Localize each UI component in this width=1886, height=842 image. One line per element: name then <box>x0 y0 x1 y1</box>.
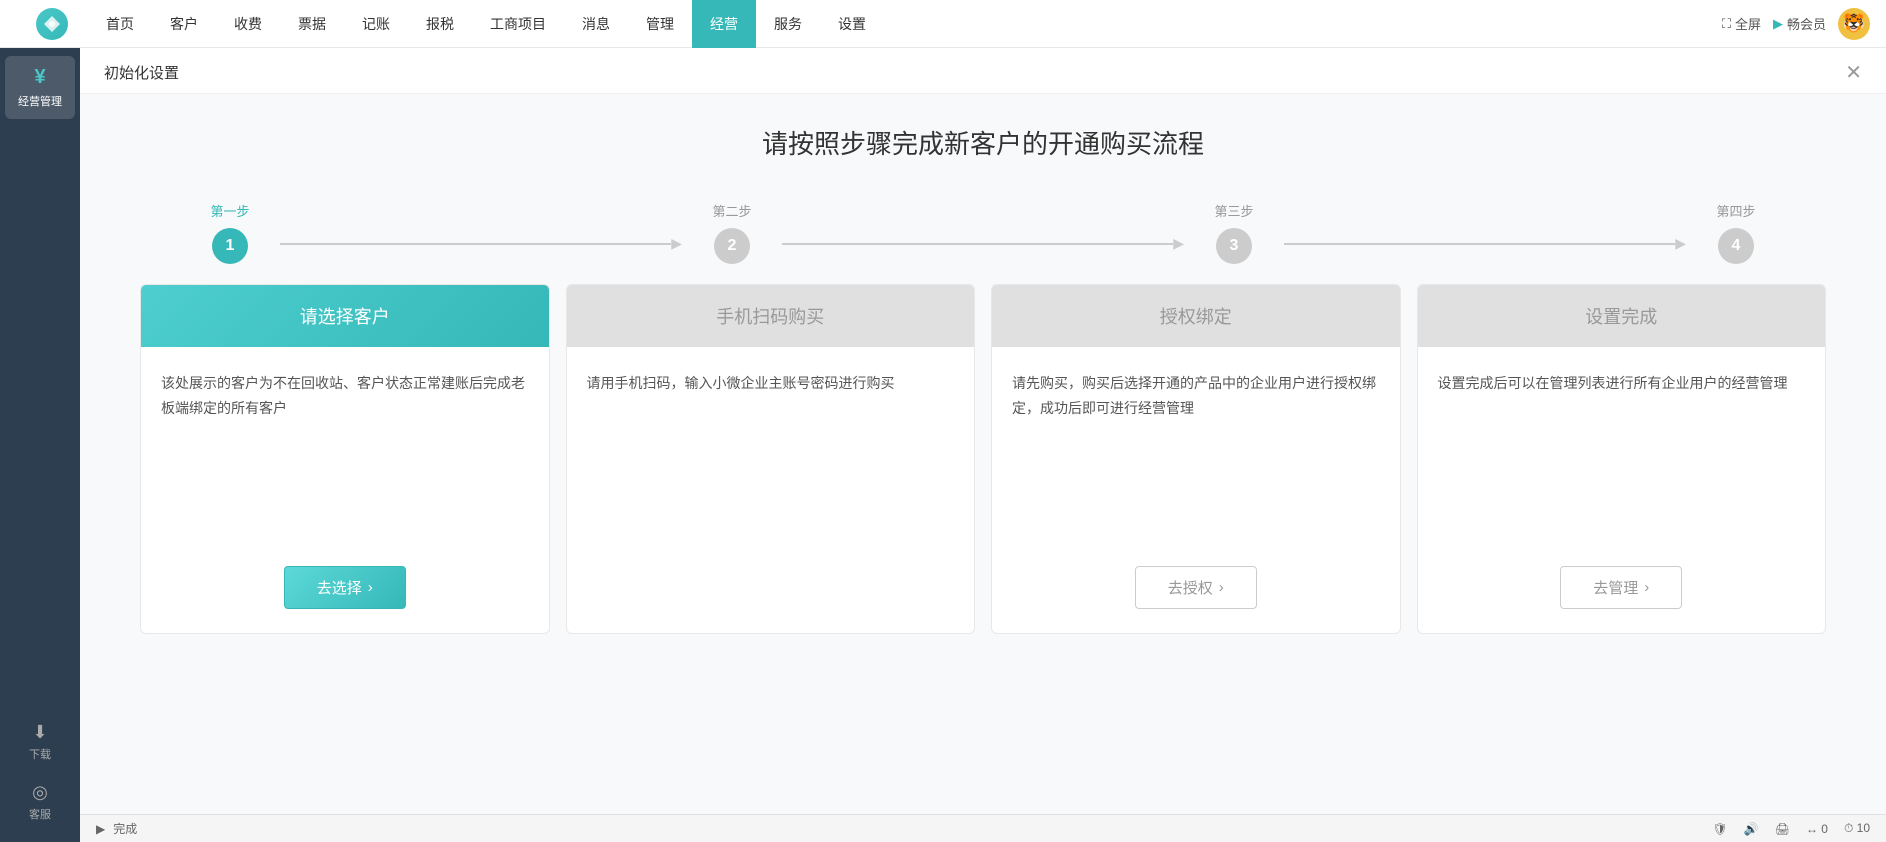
member-label: 畅会员 <box>1787 14 1826 33</box>
main-layout: ¥ 经营管理 ⬇ 下载 ◎ 客服 初始化设置 ✕ 请按照步骤完成新客户的开通购买… <box>0 48 1886 842</box>
volume-status: 🔊 <box>1744 822 1759 836</box>
content-area: 初始化设置 ✕ 请按照步骤完成新客户的开通购买流程 第一步 1 ▶ <box>80 48 1886 842</box>
step-2-label: 第二步 <box>712 201 751 220</box>
card-3-body: 请先购买，购买后选择开通的产品中的企业用户进行授权绑定，成功后即可进行经营管理 <box>992 347 1400 550</box>
card-2-header: 手机扫码购买 <box>567 285 975 347</box>
page-header: 初始化设置 ✕ <box>80 48 1886 94</box>
logo[interactable] <box>16 8 88 40</box>
card-3-footer: 去授权 › <box>992 550 1400 633</box>
step-2-indicator: 第二步 2 <box>682 201 782 264</box>
nav-operation[interactable]: 经营 <box>692 0 756 48</box>
close-button[interactable]: ✕ <box>1845 63 1862 83</box>
go-select-arrow: › <box>368 579 373 596</box>
go-manage-arrow: › <box>1644 579 1649 596</box>
download-icon: ⬇ <box>32 722 47 743</box>
connector-2-3: ▶ <box>782 201 1184 252</box>
operation-icon: ¥ <box>34 66 45 89</box>
service-icon: ◎ <box>32 782 48 803</box>
avatar[interactable]: 🐯 <box>1838 8 1870 40</box>
fullscreen-icon: ⛶ <box>1722 16 1731 32</box>
step-card-1: 请选择客户 该处展示的客户为不在回收站、客户状态正常建账后完成老板端绑定的所有客… <box>140 284 550 634</box>
card-1-header: 请选择客户 <box>141 285 549 347</box>
nav-business[interactable]: 工商项目 <box>472 0 564 48</box>
print-status: 🖨 <box>1775 822 1790 836</box>
download-label: 下载 <box>29 746 51 762</box>
steps-indicator: 第一步 1 ▶ 第二步 2 ▶ <box>140 201 1826 264</box>
wizard-title: 请按照步骤完成新客户的开通购买流程 <box>140 124 1826 161</box>
network-status: ↔ 0 <box>1806 822 1828 836</box>
wizard-content: 请按照步骤完成新客户的开通购买流程 第一步 1 ▶ 第二步 2 <box>80 94 1886 814</box>
shield-status: 🛡 <box>1713 822 1728 836</box>
nav-right: ⛶ 全屏 ▶ 畅会员 🐯 <box>1722 8 1870 40</box>
card-4-footer: 去管理 › <box>1418 550 1826 633</box>
card-3-header: 授权绑定 <box>992 285 1400 347</box>
card-2-footer <box>567 593 975 633</box>
nav-customer[interactable]: 客户 <box>152 0 216 48</box>
nav-items: 首页 客户 收费 票据 记账 报税 工商项目 消息 管理 经营 服务 设置 <box>88 0 1722 48</box>
step-2-circle: 2 <box>714 228 750 264</box>
go-select-label: 去选择 <box>317 577 362 598</box>
time-status: ⏱ 10 <box>1844 821 1870 836</box>
fullscreen-btn[interactable]: ⛶ 全屏 <box>1722 14 1761 33</box>
go-select-button[interactable]: 去选择 › <box>284 566 406 609</box>
nav-fee[interactable]: 收费 <box>216 0 280 48</box>
sidebar-bottom: ⬇ 下载 ◎ 客服 <box>5 714 75 842</box>
connector-1-2: ▶ <box>280 201 682 252</box>
step-3-indicator: 第三步 3 <box>1184 201 1284 264</box>
step-card-4: 设置完成 设置完成后可以在管理列表进行所有企业用户的经营管理 去管理 › <box>1417 284 1827 634</box>
page-title: 初始化设置 <box>104 62 179 83</box>
fullscreen-label: 全屏 <box>1735 14 1761 33</box>
step-1-indicator: 第一步 1 <box>180 201 280 264</box>
step-3-label: 第三步 <box>1214 201 1253 220</box>
sidebar-download[interactable]: ⬇ 下载 <box>5 714 75 770</box>
sidebar-item-operation[interactable]: ¥ 经营管理 <box>5 56 75 119</box>
step-3-circle: 3 <box>1216 228 1252 264</box>
card-1-body: 该处展示的客户为不在回收站、客户状态正常建账后完成老板端绑定的所有客户 <box>141 347 549 550</box>
sidebar: ¥ 经营管理 ⬇ 下载 ◎ 客服 <box>0 48 80 842</box>
connector-3-4: ▶ <box>1284 201 1686 252</box>
sidebar-service[interactable]: ◎ 客服 <box>5 774 75 830</box>
go-manage-label: 去管理 <box>1593 577 1638 598</box>
status-bar-right: 🛡 🔊 🖨 ↔ 0 ⏱ 10 <box>1713 821 1870 836</box>
nav-settings[interactable]: 设置 <box>820 0 884 48</box>
step-4-circle: 4 <box>1718 228 1754 264</box>
member-btn[interactable]: ▶ 畅会员 <box>1773 14 1826 33</box>
card-4-header: 设置完成 <box>1418 285 1826 347</box>
cards-row: 请选择客户 该处展示的客户为不在回收站、客户状态正常建账后完成老板端绑定的所有客… <box>140 284 1826 634</box>
service-label: 客服 <box>29 806 51 822</box>
nav-service[interactable]: 服务 <box>756 0 820 48</box>
card-1-footer: 去选择 › <box>141 550 549 633</box>
status-text: 完成 <box>113 820 137 837</box>
nav-invoice[interactable]: 票据 <box>280 0 344 48</box>
card-4-body: 设置完成后可以在管理列表进行所有企业用户的经营管理 <box>1418 347 1826 550</box>
play-btn[interactable]: ▶ <box>96 822 105 836</box>
logo-icon <box>36 8 68 40</box>
step-1-circle: 1 <box>212 228 248 264</box>
step-card-3: 授权绑定 请先购买，购买后选择开通的产品中的企业用户进行授权绑定，成功后即可进行… <box>991 284 1401 634</box>
go-authorize-label: 去授权 <box>1168 577 1213 598</box>
step-card-2: 手机扫码购买 请用手机扫码，输入小微企业主账号密码进行购买 <box>566 284 976 634</box>
step-1-label: 第一步 <box>210 201 249 220</box>
top-nav: 首页 客户 收费 票据 记账 报税 工商项目 消息 管理 经营 服务 设置 ⛶ … <box>0 0 1886 48</box>
go-authorize-arrow: › <box>1219 579 1224 596</box>
step-4-indicator: 第四步 4 <box>1686 201 1786 264</box>
go-authorize-button[interactable]: 去授权 › <box>1135 566 1257 609</box>
sidebar-item-label: 经营管理 <box>18 93 62 109</box>
step-4-label: 第四步 <box>1716 201 1755 220</box>
status-bar: ▶ 完成 🛡 🔊 🖨 ↔ 0 ⏱ 10 <box>80 814 1886 842</box>
nav-home[interactable]: 首页 <box>88 0 152 48</box>
nav-manage[interactable]: 管理 <box>628 0 692 48</box>
nav-tax[interactable]: 报税 <box>408 0 472 48</box>
nav-message[interactable]: 消息 <box>564 0 628 48</box>
go-manage-button[interactable]: 去管理 › <box>1560 566 1682 609</box>
play-icon: ▶ <box>1773 16 1783 32</box>
nav-bookkeeping[interactable]: 记账 <box>344 0 408 48</box>
card-2-body: 请用手机扫码，输入小微企业主账号密码进行购买 <box>567 347 975 593</box>
